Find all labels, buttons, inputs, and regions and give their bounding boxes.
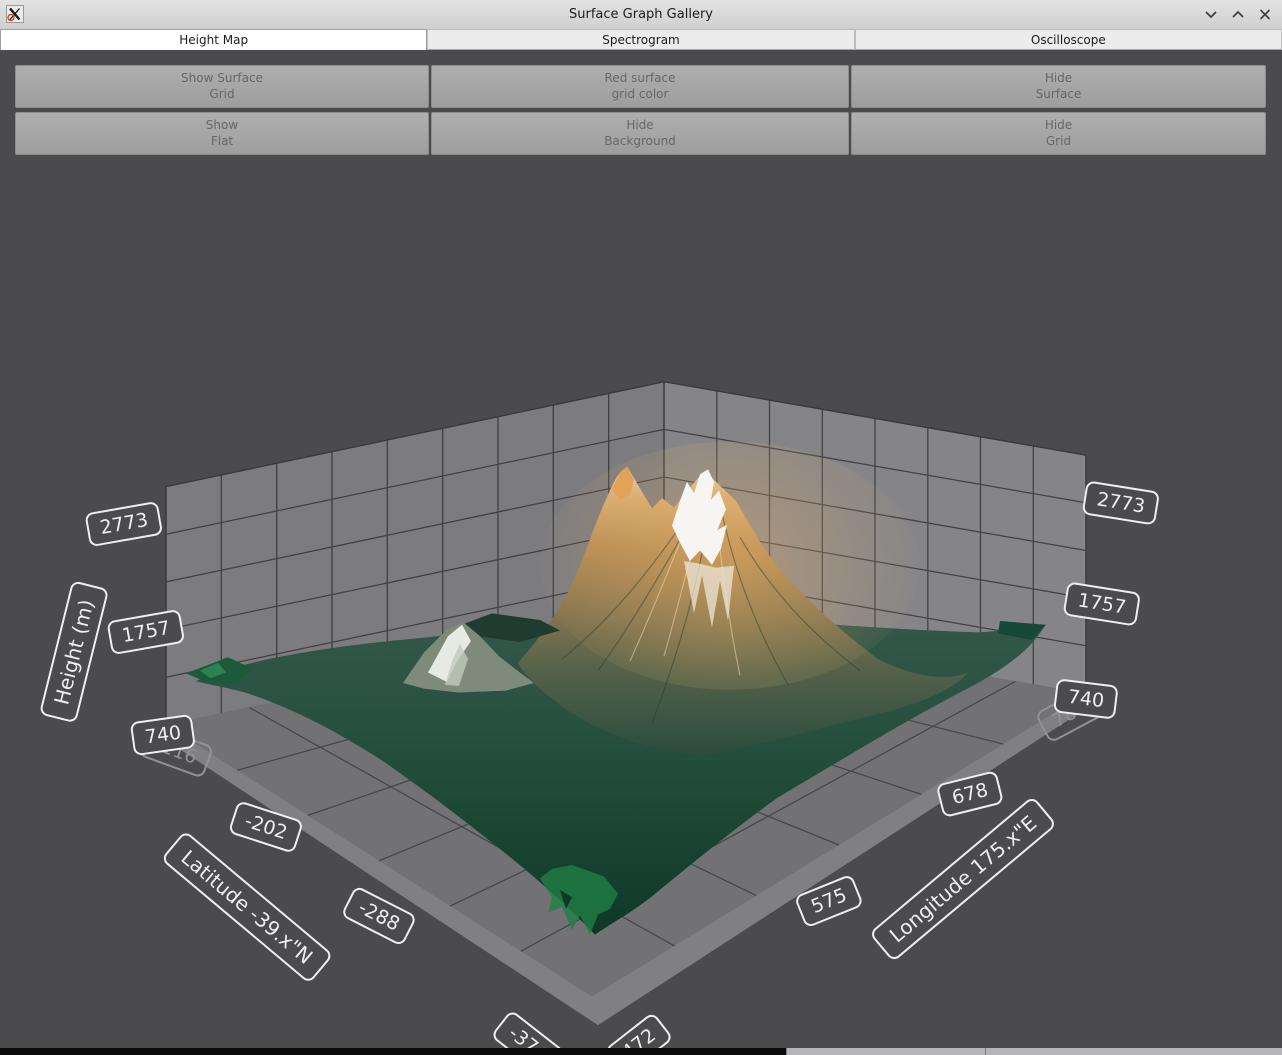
surface-grid-color-button[interactable]: Red surfacegrid color	[431, 65, 849, 108]
app-window: Surface Graph Gallery Height Map Spectro…	[0, 0, 1282, 1055]
tab-bar: Height Map Spectrogram Oscilloscope	[0, 29, 1282, 50]
hide-background-button[interactable]: HideBackground	[431, 112, 849, 155]
tab-height-map[interactable]: Height Map	[0, 29, 427, 50]
window-title: Surface Graph Gallery	[0, 0, 1282, 29]
height-map-pane: Show SurfaceGrid Red surfacegrid color H…	[0, 50, 1282, 1048]
minimize-icon[interactable]	[1204, 8, 1218, 21]
taskbar-segment	[786, 1048, 1282, 1055]
close-icon[interactable]	[1258, 8, 1272, 21]
window-controls	[1204, 0, 1272, 29]
taskbar-divider	[985, 1048, 986, 1055]
show-flat-button[interactable]: ShowFlat	[15, 112, 429, 155]
hide-surface-button[interactable]: HideSurface	[851, 65, 1266, 108]
surface-plot-3d[interactable]	[0, 50, 1282, 1048]
desktop-taskbar-strip	[0, 1048, 1282, 1055]
tab-spectrogram[interactable]: Spectrogram	[427, 29, 854, 50]
show-surface-grid-button[interactable]: Show SurfaceGrid	[15, 65, 429, 108]
maximize-icon[interactable]	[1231, 8, 1245, 21]
hide-grid-button[interactable]: HideGrid	[851, 112, 1266, 155]
title-bar[interactable]: Surface Graph Gallery	[0, 0, 1282, 30]
tab-oscilloscope[interactable]: Oscilloscope	[855, 29, 1282, 50]
